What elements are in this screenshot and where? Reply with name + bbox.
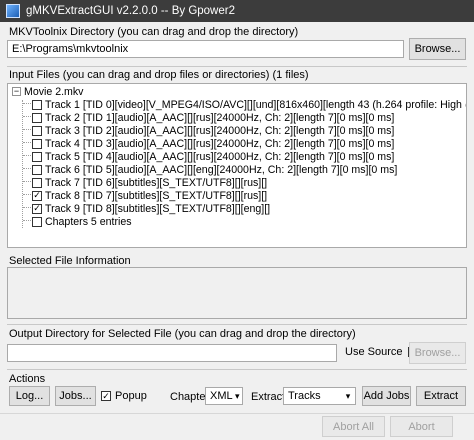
- jobs-button[interactable]: Jobs...: [55, 386, 96, 406]
- output-dir-input[interactable]: [7, 344, 337, 362]
- track-item[interactable]: Track 3 [TID 2][audio][A_AAC][][rus][240…: [32, 124, 394, 137]
- track-label: Track 7 [TID 6][subtitles][S_TEXT/UTF8][…: [45, 176, 268, 189]
- selected-info-label: Selected File Information: [9, 255, 131, 267]
- chapters-checkbox[interactable]: [32, 216, 42, 227]
- track-item[interactable]: Track 6 [TID 5][audio][A_AAC][][eng][240…: [32, 163, 397, 176]
- output-browse-button[interactable]: Browse...: [409, 342, 466, 364]
- popup-toggle[interactable]: Popup: [101, 390, 147, 402]
- chapter-label: Chapter: [170, 391, 210, 403]
- tree-line: [22, 100, 23, 228]
- use-source-label: Use Source: [345, 346, 403, 358]
- track-checkbox[interactable]: [32, 125, 42, 136]
- input-files-tree[interactable]: − Movie 2.mkv Track 1 [TID 0][video][V_M…: [7, 83, 467, 248]
- track-label: Track 1 [TID 0][video][V_MPEG4/ISO/AVC][…: [45, 98, 466, 111]
- track-item[interactable]: Track 1 [TID 0][video][V_MPEG4/ISO/AVC][…: [32, 98, 466, 111]
- title-bar: gMKVExtractGUI v2.2.0.0 -- By Gpower2: [0, 0, 474, 22]
- chevron-down-icon: ▾: [235, 390, 240, 401]
- separator: [7, 66, 467, 67]
- file-node[interactable]: − Movie 2.mkv: [12, 85, 83, 98]
- mkvtoolnix-label: MKVToolnix Directory (you can drag and d…: [9, 26, 299, 38]
- input-files-label: Input Files (you can drag and drop files…: [9, 69, 309, 81]
- track-checkbox[interactable]: [32, 203, 42, 214]
- track-label: Track 5 [TID 4][audio][A_AAC][][rus][240…: [45, 150, 395, 163]
- popup-label: Popup: [115, 390, 147, 402]
- selected-info-box: [7, 267, 467, 319]
- chapter-type-select[interactable]: XML ▾: [205, 387, 243, 405]
- chapters-label: Chapters 5 entries: [45, 215, 132, 228]
- track-checkbox[interactable]: [32, 151, 42, 162]
- window-title: gMKVExtractGUI v2.2.0.0 -- By Gpower2: [26, 5, 235, 17]
- add-jobs-button[interactable]: Add Jobs: [362, 386, 411, 406]
- track-checkbox[interactable]: [32, 99, 42, 110]
- abort-button[interactable]: Abort: [390, 416, 453, 437]
- track-item[interactable]: Track 9 [TID 8][subtitles][S_TEXT/UTF8][…: [32, 202, 270, 215]
- extract-button[interactable]: Extract: [416, 386, 466, 406]
- track-item[interactable]: Track 4 [TID 3][audio][A_AAC][][rus][240…: [32, 137, 394, 150]
- extract-type-value: Tracks: [288, 390, 321, 402]
- track-item[interactable]: Track 2 [TID 1][audio][A_AAC][][rus][240…: [32, 111, 394, 124]
- separator: [7, 369, 467, 370]
- abort-all-button[interactable]: Abort All: [322, 416, 385, 437]
- track-label: Track 6 [TID 5][audio][A_AAC][][eng][240…: [45, 163, 398, 176]
- track-item[interactable]: Track 5 [TID 4][audio][A_AAC][][rus][240…: [32, 150, 394, 163]
- track-checkbox[interactable]: [32, 164, 42, 175]
- chapter-type-value: XML: [210, 390, 233, 402]
- track-label: Track 2 [TID 1][audio][A_AAC][][rus][240…: [45, 111, 395, 124]
- track-label: Track 8 [TID 7][subtitles][S_TEXT/UTF8][…: [45, 189, 268, 202]
- mkvtoolnix-browse-button[interactable]: Browse...: [409, 38, 466, 60]
- extract-type-select[interactable]: Tracks ▾: [283, 387, 356, 405]
- actions-label: Actions: [9, 373, 46, 385]
- extract-type-label: Extract: [251, 391, 286, 403]
- track-checkbox[interactable]: [32, 190, 42, 201]
- track-label: Track 3 [TID 2][audio][A_AAC][][rus][240…: [45, 124, 395, 137]
- track-checkbox[interactable]: [32, 138, 42, 149]
- track-label: Track 9 [TID 8][subtitles][S_TEXT/UTF8][…: [45, 202, 271, 215]
- output-dir-label: Output Directory for Selected File (you …: [9, 328, 356, 340]
- chapters-item[interactable]: Chapters 5 entries: [32, 215, 132, 228]
- track-checkbox[interactable]: [32, 177, 42, 188]
- track-item[interactable]: Track 7 [TID 6][subtitles][S_TEXT/UTF8][…: [32, 176, 267, 189]
- popup-checkbox[interactable]: [101, 391, 111, 401]
- collapse-icon[interactable]: −: [12, 87, 21, 96]
- mkvtoolnix-path-input[interactable]: E:\Programs\mkvtoolnix: [7, 40, 404, 58]
- separator: [7, 324, 467, 325]
- track-checkbox[interactable]: [32, 112, 42, 123]
- app-icon: [6, 4, 20, 18]
- file-node-label: Movie 2.mkv: [24, 85, 84, 98]
- chevron-down-icon: ▾: [345, 390, 351, 401]
- log-button[interactable]: Log...: [9, 386, 50, 406]
- track-label: Track 4 [TID 3][audio][A_AAC][][rus][240…: [45, 137, 395, 150]
- track-item[interactable]: Track 8 [TID 7][subtitles][S_TEXT/UTF8][…: [32, 189, 267, 202]
